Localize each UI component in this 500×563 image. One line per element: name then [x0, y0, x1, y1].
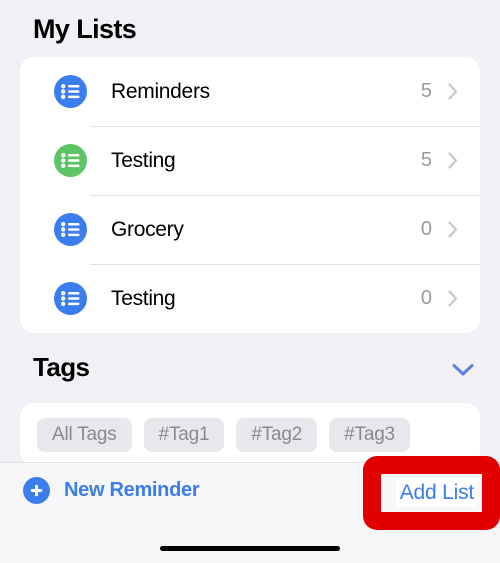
chevron-right-icon [448, 152, 458, 169]
reminders-screen: My Lists Reminders 5 Testing 5 Grocery 0… [0, 0, 500, 563]
list-name: Testing [111, 148, 176, 172]
list-bullet-icon [54, 75, 87, 108]
list-count: 5 [420, 80, 432, 102]
new-reminder-label: New Reminder [64, 479, 200, 501]
list-bullet-icon [54, 213, 87, 246]
my-lists-card: Reminders 5 Testing 5 Grocery 0 Testing … [20, 57, 480, 333]
list-row-reminders[interactable]: Reminders 5 [20, 57, 480, 126]
list-bullet-icon [54, 144, 87, 177]
list-row-grocery[interactable]: Grocery 0 [20, 195, 480, 264]
list-count: 0 [420, 287, 432, 309]
chevron-down-icon[interactable] [450, 360, 476, 380]
tags-section-title: Tags [33, 352, 90, 382]
tag-chip-all-tags[interactable]: All Tags [37, 418, 132, 452]
plus-circle-icon [23, 477, 50, 504]
list-row-testing-2[interactable]: Testing 0 [20, 264, 480, 333]
tag-chip-tag1[interactable]: #Tag1 [143, 418, 225, 452]
list-name: Testing [111, 286, 176, 310]
chevron-right-icon [448, 221, 458, 238]
page-title: My Lists [33, 14, 137, 44]
tags-card: All Tags #Tag1 #Tag2 #Tag3 [20, 403, 480, 465]
list-bullet-icon [54, 282, 87, 315]
chevron-right-icon [448, 290, 458, 307]
list-name: Reminders [111, 79, 210, 103]
list-count: 5 [420, 149, 432, 171]
new-reminder-button[interactable]: New Reminder [23, 477, 200, 504]
tag-chip-tag3[interactable]: #Tag3 [329, 418, 410, 452]
tags-strip: All Tags #Tag1 #Tag2 #Tag3 [20, 403, 480, 452]
chevron-right-icon [448, 83, 458, 100]
home-indicator [160, 546, 340, 551]
add-list-button[interactable]: Add List [395, 479, 478, 507]
list-count: 0 [420, 218, 432, 240]
list-row-testing-1[interactable]: Testing 5 [20, 126, 480, 195]
bottom-toolbar: New Reminder Add List [0, 462, 500, 563]
tag-chip-tag2[interactable]: #Tag2 [236, 418, 318, 452]
list-name: Grocery [111, 217, 184, 241]
